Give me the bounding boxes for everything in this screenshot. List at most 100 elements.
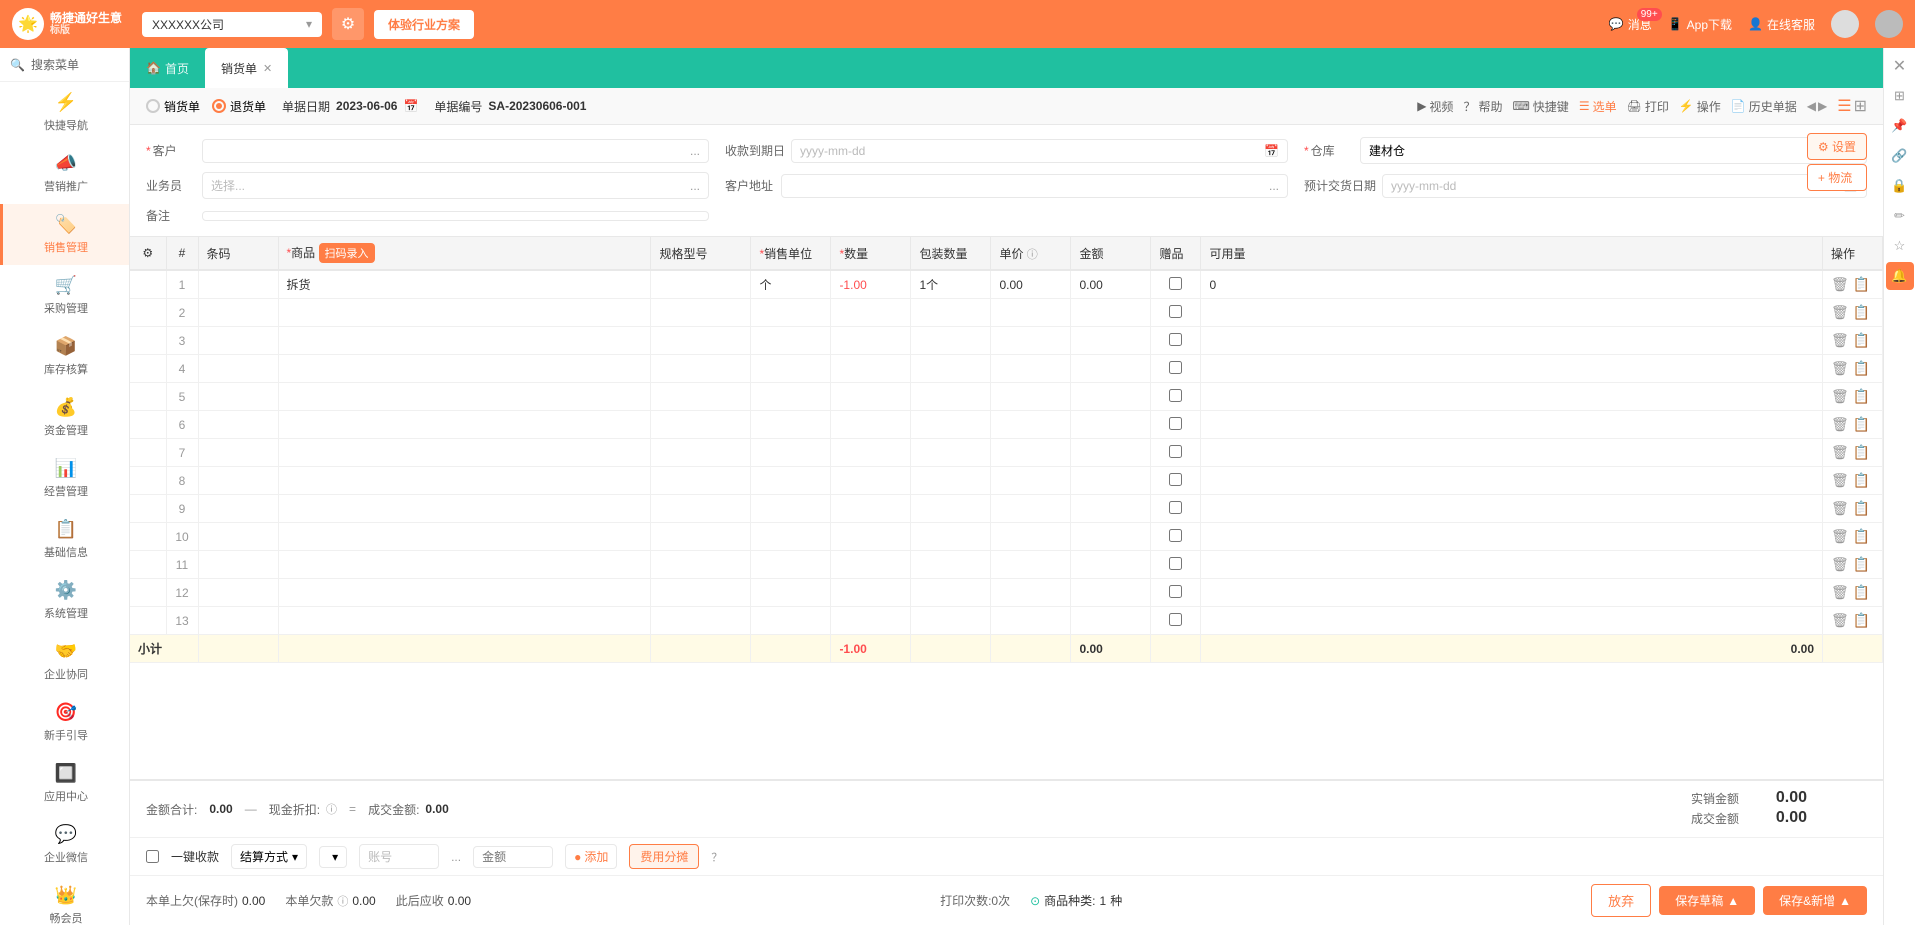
copy-icon-12[interactable]: 📋 xyxy=(1853,612,1870,629)
cell-product-5[interactable] xyxy=(278,411,651,439)
abandon-button[interactable]: 放弃 xyxy=(1591,884,1651,917)
cell-price-11[interactable] xyxy=(991,579,1071,607)
cell-product-8[interactable] xyxy=(278,495,651,523)
copy-icon-8[interactable]: 📋 xyxy=(1853,500,1870,517)
cell-unit-10[interactable] xyxy=(751,551,831,579)
cell-qty-7[interactable] xyxy=(831,467,911,495)
cell-qty-1[interactable] xyxy=(831,299,911,327)
print-button[interactable]: 🖨 打印 xyxy=(1627,98,1669,115)
copy-icon-2[interactable]: 📋 xyxy=(1853,332,1870,349)
sidebar-item-operations[interactable]: 📊 经营管理 xyxy=(0,448,129,509)
delete-icon-11[interactable]: 🗑 xyxy=(1831,584,1849,601)
tab-home[interactable]: 🏠 首页 xyxy=(130,48,205,88)
cell-unit-3[interactable] xyxy=(751,355,831,383)
cell-amount-10[interactable] xyxy=(1071,551,1151,579)
cell-spec-4[interactable] xyxy=(651,383,751,411)
delete-icon-4[interactable]: 🗑 xyxy=(1831,388,1849,405)
add-button[interactable]: ● 添加 xyxy=(565,844,617,869)
avatar[interactable] xyxy=(1831,10,1859,38)
list-view-icon[interactable]: ☰ xyxy=(1837,96,1851,116)
cell-barcode-10[interactable] xyxy=(198,551,278,579)
cell-pkg-6[interactable] xyxy=(911,439,991,467)
rs-lock-icon[interactable]: 🔒 xyxy=(1886,172,1914,200)
copy-icon-0[interactable]: 📋 xyxy=(1853,276,1870,293)
cell-product-10[interactable] xyxy=(278,551,651,579)
calendar2-icon[interactable]: 📅 xyxy=(1264,144,1279,158)
price-info-icon[interactable]: ⓘ xyxy=(1027,249,1038,261)
cell-qty-3[interactable] xyxy=(831,355,911,383)
cell-barcode-1[interactable] xyxy=(198,299,278,327)
avatar-secondary[interactable] xyxy=(1875,10,1903,38)
cell-gift-9[interactable] xyxy=(1151,523,1201,551)
cell-spec-2[interactable] xyxy=(651,327,751,355)
cell-gift-5[interactable] xyxy=(1151,411,1201,439)
copy-icon-7[interactable]: 📋 xyxy=(1853,472,1870,489)
cell-spec-10[interactable] xyxy=(651,551,751,579)
cell-spec-11[interactable] xyxy=(651,579,751,607)
video-button[interactable]: ▶ 视频 xyxy=(1417,98,1453,115)
cell-amount-11[interactable] xyxy=(1071,579,1151,607)
salesman-more-icon[interactable]: ... xyxy=(690,179,700,193)
scan-button[interactable]: 扫码录入 xyxy=(319,243,375,263)
sidebar-item-enterprise[interactable]: 🤝 企业协同 xyxy=(0,631,129,692)
cell-unit-12[interactable] xyxy=(751,607,831,635)
app-download-button[interactable]: 📱 App下载 xyxy=(1668,16,1732,33)
copy-icon-9[interactable]: 📋 xyxy=(1853,528,1870,545)
rs-edit-icon[interactable]: ✏ xyxy=(1886,202,1914,230)
sidebar-item-marketing[interactable]: 📣 营销推广 xyxy=(0,143,129,204)
cell-pkg-8[interactable] xyxy=(911,495,991,523)
cell-gift-0[interactable] xyxy=(1151,270,1201,299)
cell-product-9[interactable] xyxy=(278,523,651,551)
cell-amount-7[interactable] xyxy=(1071,467,1151,495)
cell-price-0[interactable]: 0.00 xyxy=(991,270,1071,299)
cell-qty-2[interactable] xyxy=(831,327,911,355)
cell-spec-6[interactable] xyxy=(651,439,751,467)
right-sidebar-close[interactable]: ✕ xyxy=(1886,52,1914,80)
cell-qty-10[interactable] xyxy=(831,551,911,579)
cell-gift-11[interactable] xyxy=(1151,579,1201,607)
cell-unit-6[interactable] xyxy=(751,439,831,467)
cell-pkg-4[interactable] xyxy=(911,383,991,411)
customer-addr-input[interactable]: ... xyxy=(781,174,1288,198)
cell-gift-7[interactable] xyxy=(1151,467,1201,495)
cell-barcode-5[interactable] xyxy=(198,411,278,439)
sidebar-item-inventory[interactable]: 📦 库存核算 xyxy=(0,326,129,387)
radio-return[interactable]: 退货单 xyxy=(212,98,266,115)
cell-pkg-5[interactable] xyxy=(911,411,991,439)
cell-qty-9[interactable] xyxy=(831,523,911,551)
delete-icon-0[interactable]: 🗑 xyxy=(1831,276,1849,293)
cell-amount-3[interactable] xyxy=(1071,355,1151,383)
amount-input[interactable] xyxy=(473,846,553,868)
cell-price-6[interactable] xyxy=(991,439,1071,467)
cell-price-5[interactable] xyxy=(991,411,1071,439)
cell-barcode-11[interactable] xyxy=(198,579,278,607)
cell-barcode-7[interactable] xyxy=(198,467,278,495)
cell-barcode-8[interactable] xyxy=(198,495,278,523)
cell-pkg-7[interactable] xyxy=(911,467,991,495)
cell-barcode-6[interactable] xyxy=(198,439,278,467)
rs-grid-icon[interactable]: ⊞ xyxy=(1886,82,1914,110)
cell-barcode-9[interactable] xyxy=(198,523,278,551)
cell-amount-6[interactable] xyxy=(1071,439,1151,467)
cell-product-4[interactable] xyxy=(278,383,651,411)
save-draft-button[interactable]: 保存草稿 ▲ xyxy=(1659,886,1755,915)
cell-product-12[interactable] xyxy=(278,607,651,635)
cell-price-8[interactable] xyxy=(991,495,1071,523)
delete-icon-6[interactable]: 🗑 xyxy=(1831,444,1849,461)
sidebar-item-quick-nav[interactable]: ⚡ 快捷导航 xyxy=(0,82,129,143)
cell-price-7[interactable] xyxy=(991,467,1071,495)
cell-gift-3[interactable] xyxy=(1151,355,1201,383)
sidebar-item-member[interactable]: 👑 畅会员 xyxy=(0,875,129,925)
th-gear[interactable]: ⚙ xyxy=(130,237,166,270)
select-order-button[interactable]: ☰ 选单 xyxy=(1579,98,1617,115)
cell-price-4[interactable] xyxy=(991,383,1071,411)
remarks-input[interactable] xyxy=(202,211,709,221)
cell-gift-12[interactable] xyxy=(1151,607,1201,635)
copy-icon-3[interactable]: 📋 xyxy=(1853,360,1870,377)
one-click-checkbox[interactable] xyxy=(146,850,159,863)
cell-amount-4[interactable] xyxy=(1071,383,1151,411)
cell-pkg-0[interactable]: 1个 xyxy=(911,270,991,299)
cell-unit-7[interactable] xyxy=(751,467,831,495)
trial-button[interactable]: 体验行业方案 xyxy=(374,10,474,39)
sidebar-item-purchase[interactable]: 🛒 采购管理 xyxy=(0,265,129,326)
